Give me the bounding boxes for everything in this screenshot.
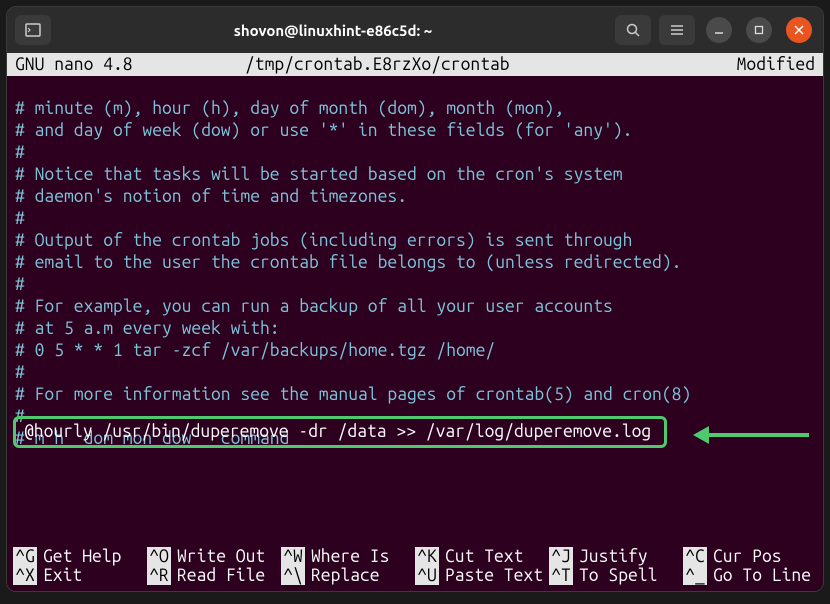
shortcut-key: ^O — [147, 547, 171, 566]
search-button[interactable] — [615, 15, 651, 45]
maximize-icon — [754, 25, 764, 35]
shortcut-item: ^G Get Help — [13, 547, 147, 566]
editor-line: # For example, you can run a backup of a… — [15, 296, 815, 318]
shortcut-key: ^J — [549, 547, 573, 566]
nano-status: Modified — [695, 55, 815, 74]
shortcut-item: ^_ Go To Line — [683, 566, 817, 585]
shortcut-key: ^C — [683, 547, 707, 566]
terminal-window: shovon@linuxhint-e86c5d: ~ GNU nano 4.8 … — [6, 6, 824, 592]
editor-line: # — [15, 274, 815, 296]
new-tab-button[interactable] — [15, 15, 51, 45]
editor-line: # minute (m), hour (h), day of month (do… — [15, 98, 815, 120]
hamburger-icon — [669, 22, 685, 38]
shortcut-key: ^G — [13, 547, 37, 566]
shortcut-label: Paste Text — [445, 566, 543, 585]
close-icon — [794, 25, 804, 35]
shortcut-item: ^J Justify — [549, 547, 683, 566]
minimize-icon — [714, 25, 724, 35]
highlighted-command: @hourly /usr/bin/duperemove -dr /data >>… — [13, 416, 667, 448]
editor-line: # at 5 a.m every week with: — [15, 318, 815, 340]
nano-shortcuts-bar: ^G Get Help ^O Write Out ^W Where Is ^K Cut Tex… — [7, 545, 823, 591]
minimize-button[interactable] — [706, 17, 732, 43]
window-title: shovon@linuxhint-e86c5d: ~ — [59, 22, 607, 39]
shortcut-key: ^X — [13, 566, 37, 585]
shortcut-label: Write Out — [177, 547, 265, 566]
editor-line: # For more information see the manual pa… — [15, 384, 815, 406]
shortcut-label: Replace — [311, 566, 380, 585]
shortcut-key: ^R — [147, 566, 171, 585]
shortcut-label: Where Is — [311, 547, 389, 566]
shortcut-key: ^U — [415, 566, 439, 585]
shortcut-label: Cut Text — [445, 547, 523, 566]
shortcut-label: Exit — [43, 566, 82, 585]
shortcut-item: ^X Exit — [13, 566, 147, 585]
search-icon — [625, 22, 641, 38]
shortcut-item: ^\ Replace — [281, 566, 415, 585]
editor-line: # and day of week (dow) or use '*' in th… — [15, 120, 815, 142]
shortcut-label: Get Help — [43, 547, 121, 566]
editor-line: # — [15, 142, 815, 164]
shortcut-item: ^O Write Out — [147, 547, 281, 566]
shortcut-item: ^C Cur Pos — [683, 547, 817, 566]
shortcut-item: ^U Paste Text — [415, 566, 549, 585]
editor-line: # email to the user the crontab file bel… — [15, 252, 815, 274]
editor-line: # daemon's notion of time and timezones. — [15, 186, 815, 208]
nano-header: GNU nano 4.8 /tmp/crontab.E8rzXo/crontab… — [7, 53, 823, 76]
window-titlebar: shovon@linuxhint-e86c5d: ~ — [7, 7, 823, 53]
shortcut-key: ^\ — [281, 566, 305, 585]
shortcut-item: ^W Where Is — [281, 547, 415, 566]
shortcut-label: Read File — [177, 566, 265, 585]
shortcut-item: ^T To Spell — [549, 566, 683, 585]
editor-line: # Notice that tasks will be started base… — [15, 164, 815, 186]
shortcut-key: ^K — [415, 547, 439, 566]
shortcut-key: ^_ — [683, 566, 707, 585]
editor-line: # Output of the crontab jobs (including … — [15, 230, 815, 252]
editor-line: # — [15, 208, 815, 230]
editor-line: # — [15, 362, 815, 384]
maximize-button[interactable] — [746, 17, 772, 43]
shortcut-label: Go To Line — [713, 566, 811, 585]
shortcut-key: ^T — [549, 566, 573, 585]
shortcut-label: To Spell — [579, 566, 657, 585]
nano-filepath: /tmp/crontab.E8rzXo/crontab — [245, 55, 695, 74]
shortcut-item: ^R Read File — [147, 566, 281, 585]
shortcut-item: ^K Cut Text — [415, 547, 549, 566]
shortcut-key: ^W — [281, 547, 305, 566]
shortcut-label: Cur Pos — [713, 547, 782, 566]
nano-app-name: GNU nano 4.8 — [15, 55, 245, 74]
arrow-head-icon — [693, 426, 709, 444]
arrow-line — [709, 433, 809, 437]
editor-line: # 0 5 * * 1 tar -zcf /var/backups/home.t… — [15, 340, 815, 362]
editor-content[interactable]: # minute (m), hour (h), day of month (do… — [7, 76, 823, 545]
annotation-arrow — [693, 426, 809, 444]
menu-button[interactable] — [659, 15, 695, 45]
close-button[interactable] — [786, 17, 812, 43]
terminal-icon — [25, 22, 41, 38]
shortcut-label: Justify — [579, 547, 648, 566]
